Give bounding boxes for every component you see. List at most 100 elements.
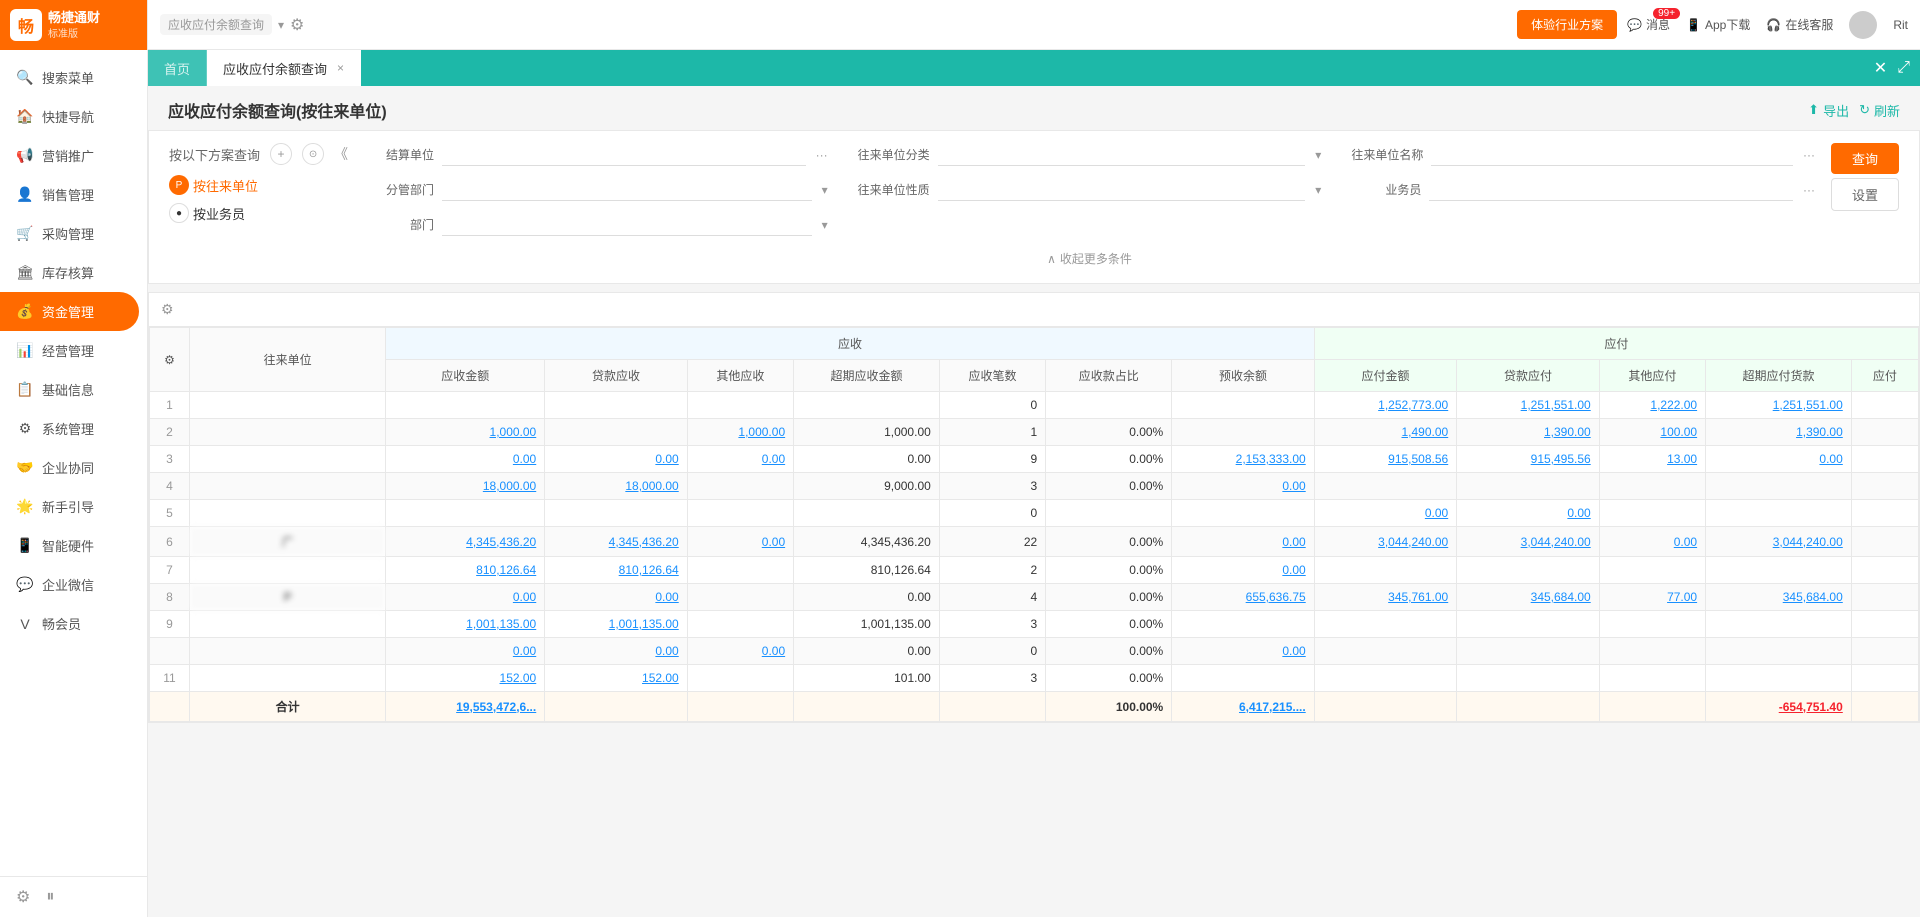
- col-pay-tail: 应付: [1851, 360, 1918, 392]
- hardware-icon: 📱: [16, 537, 34, 554]
- sidebar-item-basic[interactable]: 📋 基础信息: [0, 370, 147, 409]
- sidebar-item-guide[interactable]: 🌟 新手引导: [0, 487, 147, 526]
- chevron-down-icon[interactable]: ▾: [278, 18, 284, 32]
- inventory-icon: 🏛: [16, 264, 34, 281]
- home-icon: 🏠: [16, 108, 34, 125]
- col-partner: 往来单位: [190, 328, 386, 392]
- sidebar-item-quicknav[interactable]: 🏠 快捷导航: [0, 97, 147, 136]
- col-recv-overdue: 超期应收金额: [794, 360, 940, 392]
- sidebar-item-label: 库存核算: [42, 263, 94, 282]
- sidebar-item-marketing[interactable]: 📢 营销推广: [0, 136, 147, 175]
- settlement-unit-input[interactable]: [442, 143, 806, 166]
- field-label: 业务员: [1351, 181, 1421, 198]
- filter-area: 按以下方案查询 + ⊙ 《 P 按往来单位 ●: [148, 130, 1920, 284]
- partner-nature-input[interactable]: [938, 178, 1306, 201]
- dots-icon[interactable]: ···: [1803, 148, 1815, 162]
- tab-receivable[interactable]: 应收应付余额查询 ×: [207, 50, 361, 86]
- sidebar-item-inventory[interactable]: 🏛 库存核算: [0, 253, 147, 292]
- messages-badge: 99+: [1653, 8, 1680, 19]
- total-recv-amount[interactable]: 19,553,472,6...: [386, 692, 545, 722]
- filter-options: P 按往来单位 ● 按业务员: [169, 175, 348, 223]
- dropdown-icon[interactable]: ▾: [1315, 148, 1321, 162]
- sidebar-item-hardware[interactable]: 📱 智能硬件: [0, 526, 147, 565]
- field-label: 往来单位名称: [1351, 146, 1423, 163]
- total-label: 合计: [190, 692, 386, 722]
- filter-add-button[interactable]: +: [270, 143, 292, 165]
- sidebar-item-finance[interactable]: 💰 资金管理: [0, 292, 139, 331]
- query-button[interactable]: 查询: [1831, 143, 1899, 174]
- department-input[interactable]: [442, 213, 812, 236]
- tab-home[interactable]: 首页: [148, 50, 207, 86]
- tab-close-icon[interactable]: ×: [337, 61, 344, 75]
- sidebar-item-label: 企业协同: [42, 458, 94, 477]
- partner-icon: P: [169, 175, 189, 195]
- sidebar-item-label: 新手引导: [42, 497, 94, 516]
- sidebar-item-label: 销售管理: [42, 185, 94, 204]
- collapse-link[interactable]: ∧ 收起更多条件: [1047, 250, 1132, 267]
- col-pay-amount: 应付金额: [1314, 360, 1457, 392]
- page-title: 应收应付余额查询(按往来单位): [168, 98, 387, 122]
- gear-icon[interactable]: ⚙: [290, 15, 304, 35]
- filter-collapse-button[interactable]: 《: [334, 144, 348, 164]
- dropdown-icon[interactable]: ▾: [822, 218, 828, 232]
- settings-col-icon: ⚙: [164, 353, 175, 367]
- refresh-icon: ↻: [1859, 102, 1870, 118]
- table-row: 91,001,135.001,001,135.001,001,135.0030.…: [150, 611, 1919, 638]
- sidebar-item-enterprise[interactable]: 🤝 企业协同: [0, 448, 147, 487]
- messages-button[interactable]: 💬 消息 99+: [1627, 16, 1670, 33]
- total-label-cell: [150, 692, 190, 722]
- sidebar-item-member[interactable]: V 畅会员: [0, 604, 147, 643]
- sidebar-item-label: 经营管理: [42, 341, 94, 360]
- partner-category-input[interactable]: [938, 143, 1306, 166]
- filter-option-salesman[interactable]: ● 按业务员: [169, 203, 348, 223]
- dropdown-icon[interactable]: ▾: [822, 183, 828, 197]
- refresh-button[interactable]: ↻ 刷新: [1859, 101, 1900, 120]
- sidebar-item-label: 企业微信: [42, 575, 94, 594]
- sidebar: 畅 畅捷通财 标准版 🔍 搜索菜单 🏠 快捷导航 📢 营销推广 👤 销售管理 🛒…: [0, 0, 148, 917]
- member-icon: V: [16, 616, 34, 632]
- sidebar-item-wechat[interactable]: 💬 企业微信: [0, 565, 147, 604]
- filter-option-partner[interactable]: P 按往来单位: [169, 175, 348, 195]
- dots-icon[interactable]: ···: [816, 148, 828, 162]
- sidebar-menu: 🔍 搜索菜单 🏠 快捷导航 📢 营销推广 👤 销售管理 🛒 采购管理 🏛 库存核…: [0, 50, 147, 876]
- app-download-button[interactable]: 📱 App下载: [1686, 16, 1750, 33]
- filter-scheme-button[interactable]: ⊙: [302, 143, 324, 165]
- col-pay-loan: 贷款应付: [1457, 360, 1600, 392]
- table-settings-icon[interactable]: ⚙: [161, 301, 174, 318]
- col-recv-count: 应收笔数: [939, 360, 1045, 392]
- partner-name-input[interactable]: [1431, 143, 1793, 166]
- home-tab-label: 首页: [164, 59, 190, 78]
- close-tab-icon[interactable]: ✕: [1874, 58, 1887, 78]
- setting-button[interactable]: 设置: [1831, 178, 1899, 211]
- dropdown-icon[interactable]: ▾: [1315, 183, 1321, 197]
- total-prepay[interactable]: 6,417,215....: [1172, 692, 1315, 722]
- settings-icon[interactable]: ⚙: [16, 887, 30, 907]
- dots-icon[interactable]: ···: [1803, 183, 1815, 197]
- field-label: 往来单位性质: [858, 181, 930, 198]
- total-recv-ratio: 100.00%: [1046, 692, 1172, 722]
- promo-button[interactable]: 体验行业方案: [1517, 10, 1617, 39]
- table-row: 8P0.000.000.0040.00%655,636.75345,761.00…: [150, 584, 1919, 611]
- sidebar-item-purchase[interactable]: 🛒 采购管理: [0, 214, 147, 253]
- filter-toolbar: 按以下方案查询 + ⊙ 《: [169, 143, 348, 165]
- logo-name: 畅捷通财: [48, 10, 100, 26]
- col-index: ⚙: [150, 328, 190, 392]
- logo-sub: 标准版: [48, 25, 100, 40]
- sidebar-item-operations[interactable]: 📊 经营管理: [0, 331, 147, 370]
- avatar[interactable]: [1849, 11, 1877, 39]
- sidebar-item-label: 系统管理: [42, 419, 94, 438]
- sidebar-item-search[interactable]: 🔍 搜索菜单: [0, 58, 147, 97]
- expand-tab-icon[interactable]: ⤢: [1897, 59, 1910, 77]
- total-pay-overdue[interactable]: -654,751.40: [1706, 692, 1852, 722]
- salesman-input[interactable]: [1429, 178, 1793, 201]
- service-button[interactable]: 🎧 在线客服: [1766, 16, 1833, 33]
- logo: 畅 畅捷通财 标准版: [0, 0, 147, 50]
- topbar-right: 💬 消息 99+ 📱 App下载 🎧 在线客服 Rit: [1627, 11, 1908, 39]
- sidebar-item-system[interactable]: ⚙ 系统管理: [0, 409, 147, 448]
- sidebar-item-sales[interactable]: 👤 销售管理: [0, 175, 147, 214]
- export-button[interactable]: ⬆ 导出: [1808, 101, 1849, 120]
- field-label: 往来单位分类: [858, 146, 930, 163]
- chevron-up-icon: ∧: [1047, 252, 1056, 266]
- dept-input[interactable]: [442, 178, 812, 201]
- collapse-sidebar-icon[interactable]: ⏸: [46, 888, 54, 906]
